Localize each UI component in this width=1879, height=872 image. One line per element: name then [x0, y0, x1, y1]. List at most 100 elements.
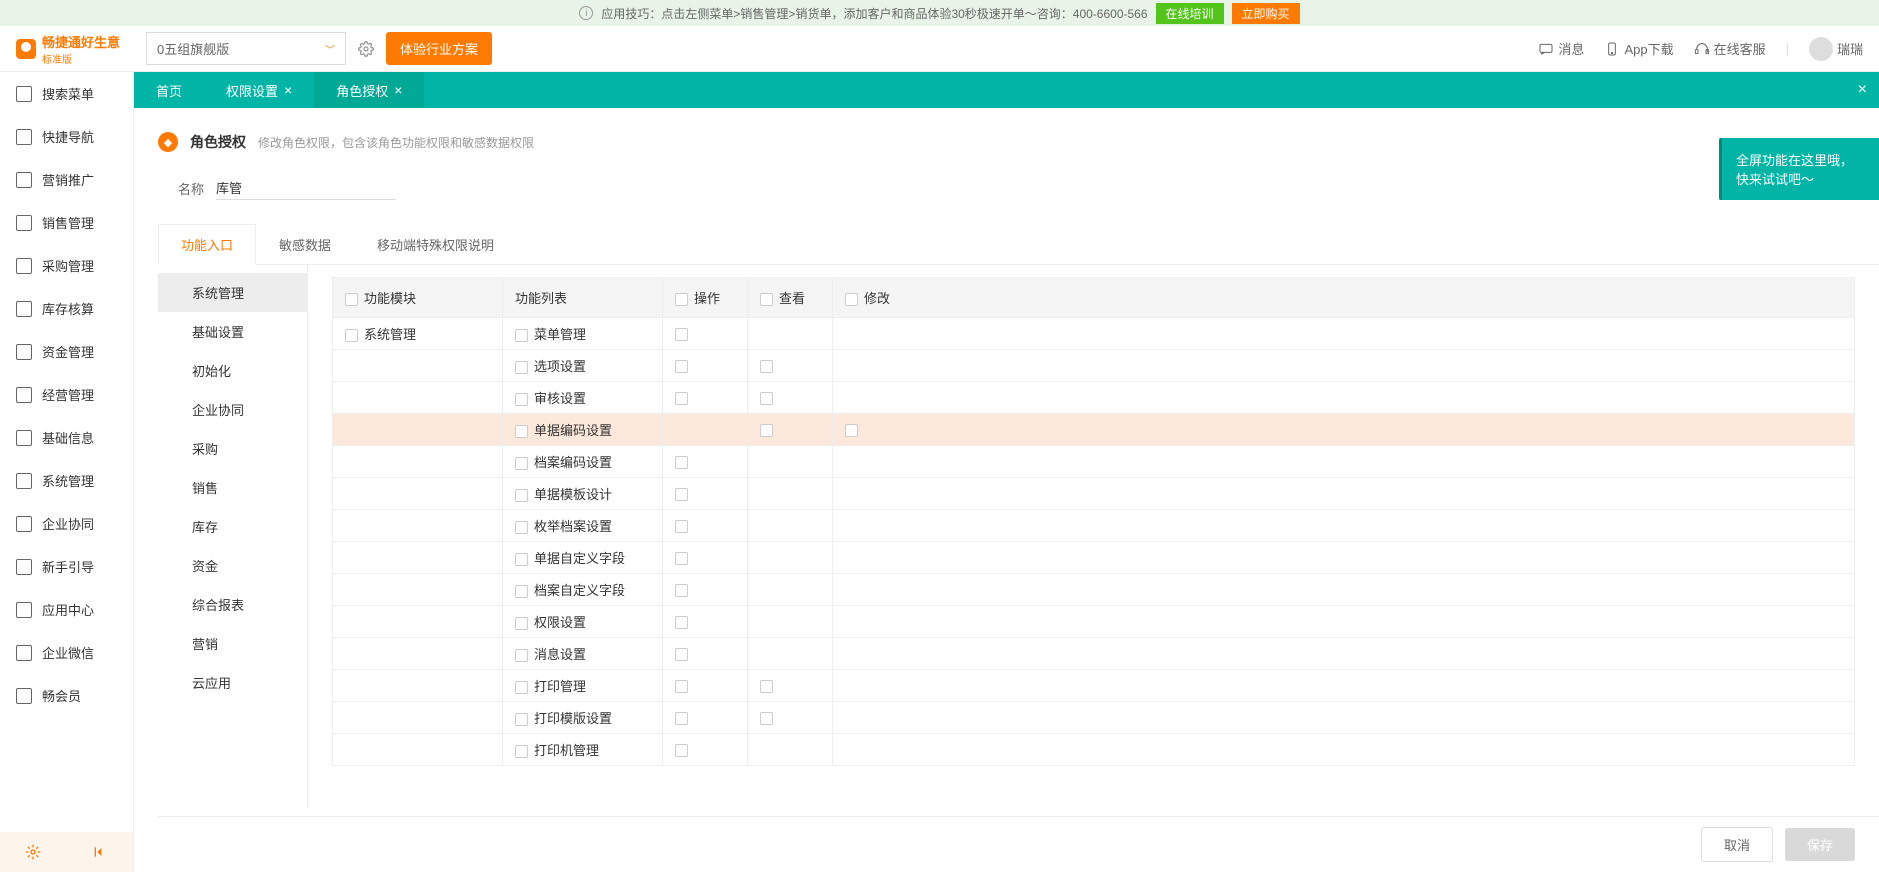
- category-item-8[interactable]: 综合报表: [158, 585, 307, 624]
- checkbox[interactable]: [515, 649, 528, 662]
- sidebar-item-1[interactable]: 快捷导航: [0, 115, 133, 158]
- checkbox[interactable]: [515, 521, 528, 534]
- edition-label: 标准版: [42, 51, 120, 66]
- category-list: 系统管理基础设置初始化企业协同采购销售库存资金综合报表营销云应用: [158, 265, 308, 808]
- sidebar-label: 新手引导: [42, 557, 94, 576]
- checkbox[interactable]: [845, 424, 858, 437]
- sidebar-item-14[interactable]: 畅会员: [0, 674, 133, 717]
- tab-1[interactable]: 权限设置×: [204, 72, 314, 108]
- checkbox[interactable]: [675, 584, 688, 597]
- sidebar-item-5[interactable]: 库存核算: [0, 287, 133, 330]
- checkbox[interactable]: [515, 329, 528, 342]
- messages-link[interactable]: 消息: [1538, 39, 1584, 58]
- save-button[interactable]: 保存: [1785, 828, 1855, 861]
- version-select[interactable]: 0五组旗舰版 ﹀: [146, 32, 346, 65]
- checkbox[interactable]: [515, 393, 528, 406]
- sidebar-label: 采购管理: [42, 256, 94, 275]
- sidebar-item-12[interactable]: 应用中心: [0, 588, 133, 631]
- gear-icon[interactable]: [358, 41, 374, 57]
- table-row: 档案编码设置: [333, 446, 1855, 478]
- checkbox[interactable]: [675, 456, 688, 469]
- category-item-0[interactable]: 系统管理: [158, 273, 307, 312]
- checkbox[interactable]: [515, 745, 528, 758]
- checkbox[interactable]: [515, 713, 528, 726]
- sidebar-icon: [16, 473, 32, 489]
- checkbox[interactable]: [515, 361, 528, 374]
- page-description: 修改角色权限，包含该角色功能权限和敏感数据权限: [258, 134, 534, 151]
- sub-tab-0[interactable]: 功能入口: [158, 224, 256, 265]
- sidebar-icon: [16, 688, 32, 704]
- sidebar-label: 资金管理: [42, 342, 94, 361]
- table-row: 枚举档案设置: [333, 510, 1855, 542]
- checkbox[interactable]: [675, 392, 688, 405]
- sidebar-item-6[interactable]: 资金管理: [0, 330, 133, 373]
- tab-0[interactable]: 首页: [134, 72, 204, 108]
- tab-close-icon[interactable]: ×: [284, 82, 292, 98]
- checkbox[interactable]: [675, 616, 688, 629]
- sidebar-item-3[interactable]: 销售管理: [0, 201, 133, 244]
- checkbox[interactable]: [760, 424, 773, 437]
- sidebar-item-7[interactable]: 经营管理: [0, 373, 133, 416]
- category-item-10[interactable]: 云应用: [158, 663, 307, 702]
- sidebar-item-2[interactable]: 营销推广: [0, 158, 133, 201]
- buy-now-button[interactable]: 立即购买: [1232, 3, 1300, 24]
- sidebar-item-13[interactable]: 企业微信: [0, 631, 133, 674]
- tab-close-icon[interactable]: ×: [394, 82, 402, 98]
- table-row: 权限设置: [333, 606, 1855, 638]
- sidebar-item-10[interactable]: 企业协同: [0, 502, 133, 545]
- close-all-tabs[interactable]: ×: [1846, 81, 1879, 99]
- try-industry-button[interactable]: 体验行业方案: [386, 32, 492, 65]
- checkbox[interactable]: [675, 744, 688, 757]
- settings-icon[interactable]: [25, 844, 41, 860]
- checkbox[interactable]: [345, 329, 358, 342]
- online-training-button[interactable]: 在线培训: [1156, 3, 1224, 24]
- checkbox[interactable]: [515, 585, 528, 598]
- category-item-7[interactable]: 资金: [158, 546, 307, 585]
- sub-tab-1[interactable]: 敏感数据: [256, 224, 354, 264]
- checkbox[interactable]: [345, 293, 358, 306]
- checkbox[interactable]: [675, 680, 688, 693]
- category-item-5[interactable]: 销售: [158, 468, 307, 507]
- checkbox[interactable]: [760, 392, 773, 405]
- checkbox[interactable]: [760, 680, 773, 693]
- checkbox[interactable]: [675, 552, 688, 565]
- sidebar-item-8[interactable]: 基础信息: [0, 416, 133, 459]
- online-service-link[interactable]: 在线客服: [1694, 39, 1766, 58]
- app-download-link[interactable]: App下载: [1604, 39, 1673, 58]
- sidebar-item-4[interactable]: 采购管理: [0, 244, 133, 287]
- sidebar-icon: [16, 645, 32, 661]
- checkbox[interactable]: [675, 520, 688, 533]
- cancel-button[interactable]: 取消: [1701, 827, 1773, 862]
- checkbox[interactable]: [675, 328, 688, 341]
- category-item-9[interactable]: 营销: [158, 624, 307, 663]
- checkbox[interactable]: [760, 360, 773, 373]
- role-name-input[interactable]: [216, 176, 396, 200]
- checkbox[interactable]: [515, 681, 528, 694]
- category-item-2[interactable]: 初始化: [158, 351, 307, 390]
- checkbox[interactable]: [515, 553, 528, 566]
- sidebar-item-0[interactable]: 搜索菜单: [0, 72, 133, 115]
- user-menu[interactable]: 瑞瑞: [1809, 37, 1863, 61]
- checkbox[interactable]: [515, 617, 528, 630]
- sidebar-item-9[interactable]: 系统管理: [0, 459, 133, 502]
- sidebar-item-11[interactable]: 新手引导: [0, 545, 133, 588]
- checkbox[interactable]: [675, 488, 688, 501]
- category-item-1[interactable]: 基础设置: [158, 312, 307, 351]
- checkbox[interactable]: [675, 293, 688, 306]
- checkbox[interactable]: [515, 425, 528, 438]
- checkbox[interactable]: [760, 293, 773, 306]
- checkbox[interactable]: [675, 360, 688, 373]
- checkbox[interactable]: [515, 489, 528, 502]
- checkbox[interactable]: [845, 293, 858, 306]
- checkbox[interactable]: [675, 712, 688, 725]
- checkbox[interactable]: [760, 712, 773, 725]
- sidebar-icon: [16, 602, 32, 618]
- tab-2[interactable]: 角色授权×: [314, 72, 424, 108]
- sub-tab-2[interactable]: 移动端特殊权限说明: [354, 224, 517, 264]
- checkbox[interactable]: [675, 648, 688, 661]
- category-item-4[interactable]: 采购: [158, 429, 307, 468]
- checkbox[interactable]: [515, 457, 528, 470]
- category-item-6[interactable]: 库存: [158, 507, 307, 546]
- collapse-icon[interactable]: [92, 844, 108, 860]
- category-item-3[interactable]: 企业协同: [158, 390, 307, 429]
